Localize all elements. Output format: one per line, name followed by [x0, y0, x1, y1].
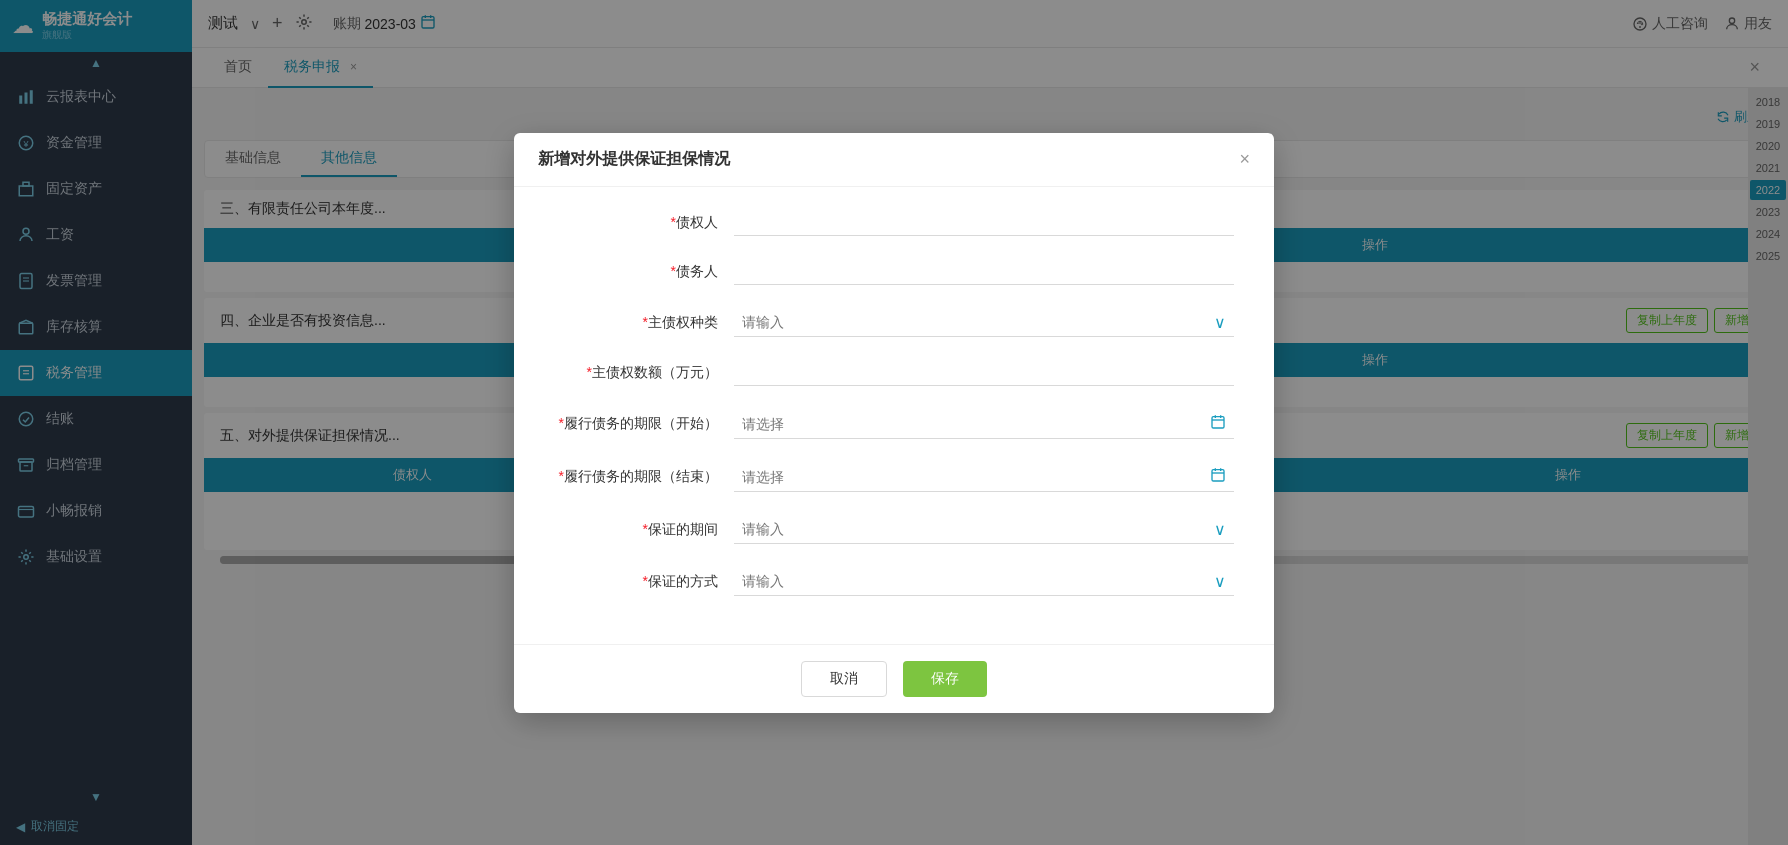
select-fangshi[interactable]: ∨: [734, 568, 1234, 596]
date-start-input[interactable]: [742, 416, 1210, 432]
select-fangshi-input[interactable]: [742, 573, 1214, 589]
modal-overlay: 新增对外提供保证担保情况 × *债权人 *债务人 *主债权种类: [0, 0, 1788, 845]
date-start-wrapper: [734, 410, 1234, 439]
modal-add-guarantee: 新增对外提供保证担保情况 × *债权人 *债务人 *主债权种类: [514, 133, 1274, 713]
input-shue[interactable]: [734, 361, 1234, 386]
select-zhulei-input[interactable]: [742, 314, 1214, 330]
chevron-down-icon-qijian: ∨: [1214, 520, 1226, 539]
label-zhaiwuren: *债务人: [554, 263, 734, 281]
chevron-down-icon-zhulei: ∨: [1214, 313, 1226, 332]
form-row-shue: *主债权数额（万元）: [554, 361, 1234, 386]
label-fangshi: *保证的方式: [554, 573, 734, 591]
form-row-qijian: *保证的期间 ∨: [554, 516, 1234, 544]
required-star: *: [643, 314, 648, 330]
date-end-wrapper: [734, 463, 1234, 492]
form-row-zhaiwuren: *债务人: [554, 260, 1234, 285]
required-star: *: [671, 214, 676, 230]
cancel-button[interactable]: 取消: [801, 661, 887, 697]
modal-close-button[interactable]: ×: [1239, 150, 1250, 168]
label-shue: *主债权数额（万元）: [554, 364, 734, 382]
label-zhaiquanren: *债权人: [554, 214, 734, 232]
form-row-zhulei: *主债权种类 ∨: [554, 309, 1234, 337]
form-row-fangshi: *保证的方式 ∨: [554, 568, 1234, 596]
calendar-end-icon[interactable]: [1210, 467, 1226, 487]
select-qijian[interactable]: ∨: [734, 516, 1234, 544]
input-zhaiwuren[interactable]: [734, 260, 1234, 285]
required-star: *: [643, 573, 648, 589]
form-row-zhaiquanren: *债权人: [554, 211, 1234, 236]
select-zhulei[interactable]: ∨: [734, 309, 1234, 337]
form-row-date-start: *履行债务的期限（开始）: [554, 410, 1234, 439]
modal-footer: 取消 保存: [514, 644, 1274, 713]
required-star: *: [643, 521, 648, 537]
svg-rect-34: [1212, 469, 1224, 480]
modal-body: *债权人 *债务人 *主债权种类 ∨: [514, 187, 1274, 644]
save-button[interactable]: 保存: [903, 661, 987, 697]
calendar-start-icon[interactable]: [1210, 414, 1226, 434]
label-qijian: *保证的期间: [554, 521, 734, 539]
svg-rect-30: [1212, 416, 1224, 427]
label-date-end: *履行债务的期限（结束）: [554, 468, 734, 486]
label-date-start: *履行债务的期限（开始）: [554, 415, 734, 433]
modal-header: 新增对外提供保证担保情况 ×: [514, 133, 1274, 187]
modal-title: 新增对外提供保证担保情况: [538, 149, 730, 170]
select-qijian-input[interactable]: [742, 521, 1214, 537]
required-star: *: [671, 263, 676, 279]
label-zhulei: *主债权种类: [554, 314, 734, 332]
input-zhaiquanren[interactable]: [734, 211, 1234, 236]
chevron-down-icon-fangshi: ∨: [1214, 572, 1226, 591]
required-star: *: [559, 415, 564, 431]
required-star: *: [559, 468, 564, 484]
required-star: *: [587, 364, 592, 380]
date-end-input[interactable]: [742, 469, 1210, 485]
form-row-date-end: *履行债务的期限（结束）: [554, 463, 1234, 492]
